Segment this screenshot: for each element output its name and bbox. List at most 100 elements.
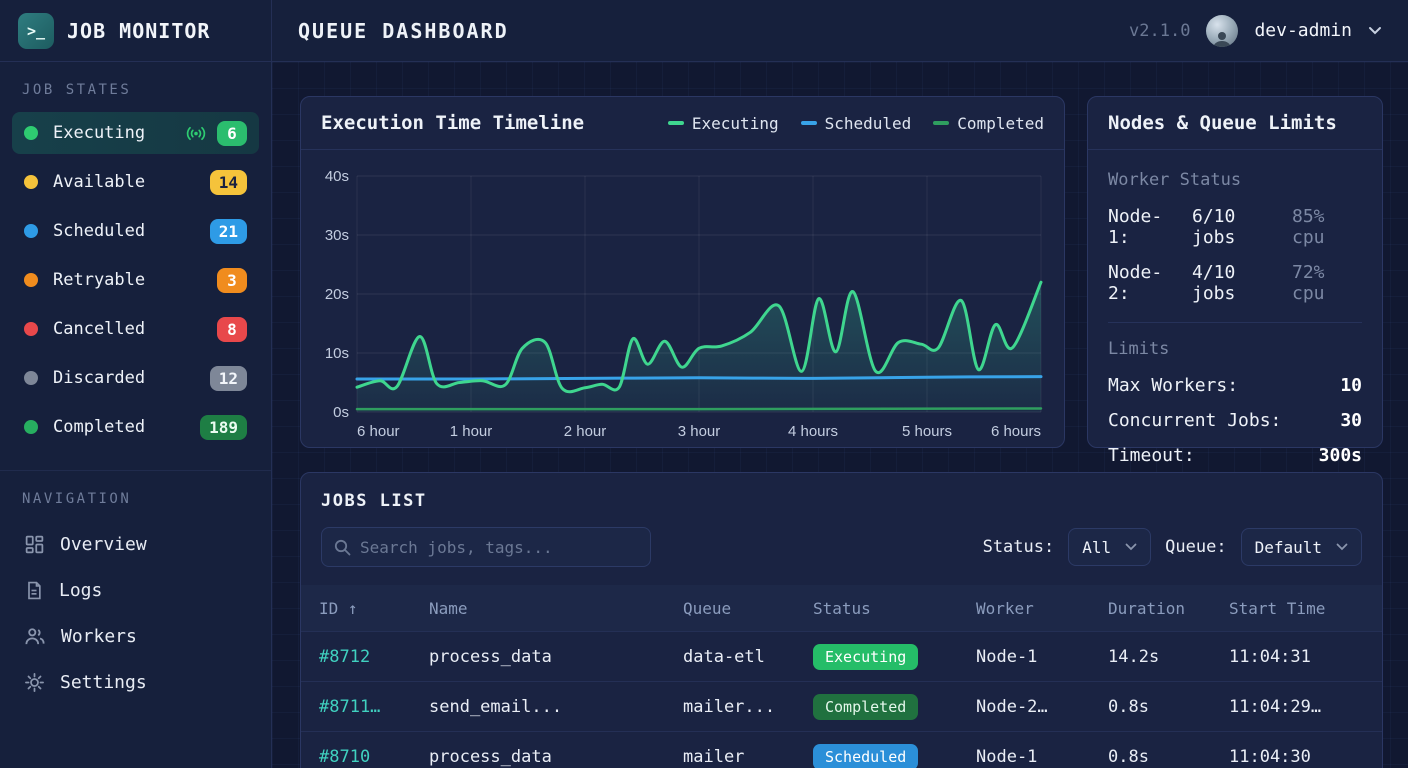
- y-axis-tick-label: 0s: [333, 404, 349, 421]
- job-worker: Node-1: [976, 646, 1038, 667]
- page-title: QUEUE DASHBOARD: [298, 18, 509, 43]
- job-worker: Node-2…: [976, 696, 1048, 717]
- nav-label: Workers: [61, 625, 137, 647]
- job-status-cell: Scheduled: [813, 743, 976, 768]
- username-label: dev-admin: [1254, 20, 1352, 41]
- column-header-duration[interactable]: Duration: [1108, 599, 1229, 618]
- main-content: Execution Time Timeline Executing Schedul…: [272, 62, 1408, 768]
- limit-value: 30: [1340, 410, 1362, 431]
- y-axis-tick-label: 40s: [325, 168, 349, 185]
- person-silhouette-icon: [1213, 31, 1232, 47]
- sidebar-item-overview[interactable]: Overview: [0, 521, 271, 567]
- user-avatar[interactable]: [1206, 14, 1239, 47]
- table-row[interactable]: #8710 process_data mailer Scheduled Node-1 0.…: [301, 731, 1382, 768]
- nav-label: Overview: [60, 533, 147, 555]
- state-dot: [24, 371, 38, 385]
- column-header-worker[interactable]: Worker: [976, 599, 1108, 618]
- column-header-starttime[interactable]: Start Time: [1229, 599, 1364, 618]
- state-label: Available: [53, 172, 146, 192]
- job-queue: mailer: [683, 746, 745, 767]
- table-row[interactable]: #8711… send_email... mailer... Completed Nod…: [301, 681, 1382, 731]
- limit-value: 10: [1340, 375, 1362, 396]
- state-dot: [24, 175, 38, 189]
- sidebar-item-workers[interactable]: Workers: [0, 613, 271, 659]
- topbar-main: QUEUE DASHBOARD v2.1.0 dev-admin: [272, 0, 1408, 61]
- sidebar-item-completed[interactable]: Completed 189: [12, 406, 259, 448]
- job-status-cell: Completed: [813, 693, 976, 720]
- state-count-badge: 8: [217, 316, 247, 342]
- nav-label: Settings: [60, 671, 147, 693]
- jobs-filters: Status: All Queue: Default: [983, 528, 1362, 566]
- worker-jobs: 4/10 jobs: [1192, 262, 1236, 304]
- sidebar-item-discarded[interactable]: Discarded 12: [12, 357, 259, 399]
- column-header-name[interactable]: Name: [429, 599, 683, 618]
- x-axis-tick-label: 2 hour: [564, 423, 607, 440]
- worker-cpu: 72% cpu: [1292, 262, 1325, 304]
- worker-status-title: Worker Status: [1108, 170, 1242, 190]
- jobs-search-box[interactable]: [321, 527, 651, 567]
- state-label: Retryable: [53, 270, 146, 290]
- live-broadcast-icon: [184, 125, 208, 142]
- sidebar-item-available[interactable]: Available 14: [12, 161, 259, 203]
- sidebar-item-logs[interactable]: Logs: [0, 567, 271, 613]
- state-count-badge: 189: [200, 414, 247, 440]
- limit-label: Concurrent Jobs:: [1108, 410, 1282, 431]
- top-cards-row: Execution Time Timeline Executing Schedul…: [300, 96, 1383, 466]
- nodes-card-title: Nodes & Queue Limits: [1108, 112, 1337, 134]
- table-row[interactable]: #8712 process_data data-etl Executing Node-1…: [301, 631, 1382, 681]
- limit-row: Concurrent Jobs: 30: [1108, 410, 1362, 431]
- document-icon: [24, 580, 44, 601]
- column-header-id[interactable]: ID ↑: [319, 599, 429, 618]
- state-dot: [24, 420, 38, 434]
- job-id-link[interactable]: #8710: [319, 747, 429, 767]
- jobs-table-body: #8712 process_data data-etl Executing Node-1…: [301, 631, 1382, 768]
- sidebar-item-executing[interactable]: Executing 6: [12, 112, 259, 154]
- nodes-card-header: Nodes & Queue Limits: [1088, 97, 1382, 150]
- nodes-card-body: Worker Status Node-1: 6/10 jobs 85% cpu Nod…: [1088, 150, 1382, 494]
- user-menu-chevron-down-icon[interactable]: [1368, 26, 1382, 35]
- search-icon: [334, 539, 351, 555]
- worker-status-row: Node-2: 4/10 jobs 72% cpu: [1108, 262, 1362, 304]
- legend-item-completed: Completed: [933, 114, 1044, 133]
- sidebar-item-retryable[interactable]: Retryable 3: [12, 259, 259, 301]
- sidebar-item-settings[interactable]: Settings: [0, 659, 271, 705]
- limit-value: 300s: [1318, 445, 1362, 466]
- app-root: >_ JOB MONITOR QUEUE DASHBOARD v2.1.0 de…: [0, 0, 1408, 768]
- job-duration: 0.8s: [1108, 746, 1149, 767]
- legend-color-swatch: [800, 121, 817, 125]
- queue-filter-label: Queue:: [1165, 537, 1227, 557]
- completed-line: [355, 407, 1043, 411]
- worker-name: Node-1:: [1108, 206, 1163, 248]
- worker-status-list: Node-1: 6/10 jobs 85% cpu Node-2: 4/10 jobs 7…: [1108, 206, 1362, 304]
- job-duration: 14.2s: [1108, 646, 1160, 667]
- nav-label: Logs: [59, 579, 103, 601]
- chevron-down-icon: [1125, 543, 1137, 551]
- status-badge: Scheduled: [813, 743, 919, 768]
- status-filter-dropdown[interactable]: All: [1068, 528, 1152, 566]
- sidebar-item-scheduled[interactable]: Scheduled 21: [12, 210, 259, 252]
- column-header-status[interactable]: Status: [813, 599, 976, 618]
- brand-area: >_ JOB MONITOR: [0, 0, 272, 61]
- jobs-table-header: ID ↑ Name Queue Status Worker Duration Start T…: [301, 585, 1382, 631]
- job-name: process_data: [429, 646, 552, 667]
- status-filter-value: All: [1082, 537, 1112, 557]
- job-id-link[interactable]: #8711…: [319, 697, 429, 717]
- job-start-time: 11:04:30: [1229, 746, 1311, 767]
- gear-icon: [24, 672, 45, 693]
- queue-filter-dropdown[interactable]: Default: [1240, 528, 1362, 566]
- search-input[interactable]: [360, 537, 638, 557]
- sidebar-item-cancelled[interactable]: Cancelled 8: [12, 308, 259, 350]
- state-label: Discarded: [53, 368, 146, 388]
- queue-filter-value: Default: [1254, 537, 1322, 557]
- worker-cpu: 85% cpu: [1292, 206, 1325, 248]
- job-states-section-title: JOB STATES: [22, 82, 132, 98]
- job-id-link[interactable]: #8712: [319, 647, 429, 667]
- state-label: Cancelled: [53, 319, 146, 339]
- navigation-section-title: NAVIGATION: [22, 491, 132, 507]
- column-header-queue[interactable]: Queue: [683, 599, 813, 618]
- legend-color-swatch: [667, 121, 684, 125]
- chart-card-header: Execution Time Timeline Executing Schedul…: [301, 97, 1064, 150]
- x-axis-tick-label: 5 hours: [902, 423, 952, 440]
- x-axis-tick-label: 3 hour: [678, 423, 721, 440]
- nodes-divider: [1108, 322, 1362, 323]
